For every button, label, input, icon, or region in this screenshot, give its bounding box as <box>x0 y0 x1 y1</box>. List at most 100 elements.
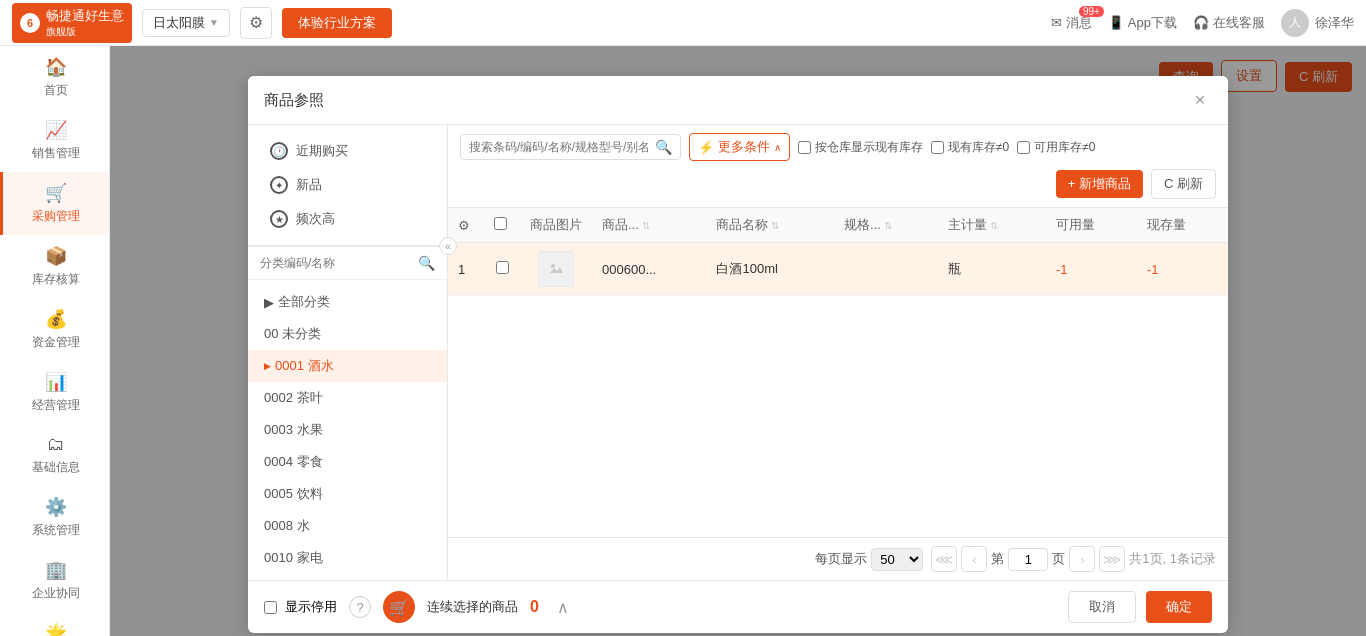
select-all-checkbox[interactable] <box>494 217 507 230</box>
sidebar-label-purchase: 采购管理 <box>32 208 80 225</box>
tab-new-label: 新品 <box>296 176 322 194</box>
sidebar-item-operations[interactable]: 📊 经营管理 <box>0 361 109 424</box>
category-0002-label: 0002 茶叶 <box>264 389 323 407</box>
page-suffix: 页 <box>1052 550 1065 568</box>
sidebar-label-system: 系统管理 <box>32 522 80 539</box>
row-select-checkbox[interactable] <box>496 261 509 274</box>
category-list: ▶ 全部分类 00 未分类 ▶ 0001 酒水 <box>248 280 447 580</box>
message-icon[interactable]: ✉ 99+ 消息 <box>1051 14 1092 32</box>
tab-recent-purchase[interactable]: 🕐 近期购买 <box>260 135 435 167</box>
app-download-label: App下载 <box>1128 14 1177 32</box>
add-product-button[interactable]: + 新增商品 <box>1056 170 1143 198</box>
th-product-code[interactable]: 商品... <box>592 208 706 243</box>
current-stock-checkbox-group: 现有库存≠0 <box>931 139 1009 156</box>
sidebar-item-purchase[interactable]: 🛒 采购管理 <box>0 172 109 235</box>
sidebar-item-enterprise[interactable]: 🏢 企业协同 <box>0 549 109 612</box>
sidebar-item-home[interactable]: 🏠 首页 <box>0 46 109 109</box>
th-product-spec[interactable]: 规格... <box>834 208 938 243</box>
cart-icon[interactable]: 🛒 <box>383 591 415 623</box>
help-icon[interactable]: ? <box>349 596 371 618</box>
inventory-icon: 📦 <box>45 245 67 267</box>
category-search-input[interactable] <box>260 256 412 270</box>
per-page-dropdown[interactable]: 10 20 50 100 <box>871 548 923 571</box>
next-page-button[interactable]: › <box>1069 546 1095 572</box>
show-disabled-label: 显示停用 <box>285 598 337 616</box>
sidebar-item-finance[interactable]: 💰 资金管理 <box>0 298 109 361</box>
last-page-button[interactable]: ⋙ <box>1099 546 1125 572</box>
category-0002[interactable]: 0002 茶叶 <box>248 382 447 414</box>
th-available: 可用量 <box>1046 208 1137 243</box>
th-unit[interactable]: 主计量 <box>938 208 1046 243</box>
sidebar-item-inventory[interactable]: 📦 库存核算 <box>0 235 109 298</box>
cancel-button[interactable]: 取消 <box>1068 591 1136 623</box>
warehouse-stock-checkbox[interactable] <box>798 141 811 154</box>
available-stock-checkbox[interactable] <box>1017 141 1030 154</box>
show-disabled-checkbox[interactable] <box>264 601 277 614</box>
nav-right: ✉ 99+ 消息 📱 App下载 🎧 在线客服 人 徐泽华 <box>1051 9 1354 37</box>
sidebar-item-sales[interactable]: 📈 销售管理 <box>0 109 109 172</box>
category-search-icon[interactable]: 🔍 <box>418 255 435 271</box>
filter-icon: ⚡ <box>698 140 714 155</box>
tab-new-products[interactable]: ✦ 新品 <box>260 169 435 201</box>
warehouse-stock-label: 按仓库显示现有库存 <box>815 139 923 156</box>
current-stock-checkbox[interactable] <box>931 141 944 154</box>
refresh-table-button[interactable]: C 刷新 <box>1151 169 1216 199</box>
finance-icon: 💰 <box>45 308 67 330</box>
tab-high-freq-label: 频次高 <box>296 210 335 228</box>
sidebar-label-basic: 基础信息 <box>32 459 80 476</box>
sidebar-item-system[interactable]: ⚙️ 系统管理 <box>0 486 109 549</box>
confirm-button[interactable]: 确定 <box>1146 591 1212 623</box>
category-0010-label: 0010 家电 <box>264 549 323 567</box>
page-nav: ⋘ ‹ 第 页 › ⋙ 共1页, 1条记录 <box>931 546 1216 572</box>
category-0010[interactable]: 0010 家电 <box>248 542 447 574</box>
category-0005[interactable]: 0005 饮料 <box>248 478 447 510</box>
collapse-panel-button[interactable]: « <box>439 237 457 255</box>
high-freq-icon: ★ <box>270 210 288 228</box>
available-stock-checkbox-group: 可用库存≠0 <box>1017 139 1095 156</box>
modal-title: 商品参照 <box>264 91 324 110</box>
product-table: ⚙ 商品图片 商品... 商品名称 规格... <box>448 208 1228 296</box>
page-number-input[interactable] <box>1008 548 1048 571</box>
row-image <box>520 243 592 296</box>
table-row[interactable]: 1 <box>448 243 1228 296</box>
modal-close-button[interactable]: × <box>1188 88 1212 112</box>
product-search-box: 🔍 <box>460 134 681 160</box>
first-page-button[interactable]: ⋘ <box>931 546 957 572</box>
tab-high-frequency[interactable]: ★ 频次高 <box>260 203 435 235</box>
modal-header: 商品参照 × <box>248 76 1228 125</box>
sidebar-item-guide[interactable]: 🌟 新手引导 <box>0 612 109 636</box>
user-info[interactable]: 人 徐泽华 <box>1281 9 1354 37</box>
settings-gear-icon[interactable]: ⚙ <box>240 7 272 39</box>
app-sidebar: 🏠 首页 📈 销售管理 🛒 采购管理 📦 库存核算 💰 资金管理 📊 经 <box>0 46 110 636</box>
home-icon: 🏠 <box>45 56 67 78</box>
app-download-item[interactable]: 📱 App下载 <box>1108 14 1177 32</box>
category-0008-label: 0008 水 <box>264 517 310 535</box>
category-0008[interactable]: 0008 水 <box>248 510 447 542</box>
category-all[interactable]: ▶ 全部分类 <box>248 286 447 318</box>
category-00[interactable]: 00 未分类 <box>248 318 447 350</box>
online-service-item[interactable]: 🎧 在线客服 <box>1193 14 1265 32</box>
th-checkbox <box>484 208 520 243</box>
category-0004[interactable]: 0004 零食 <box>248 446 447 478</box>
category-search-area: 🔍 <box>248 247 447 280</box>
trial-button[interactable]: 体验行业方案 <box>282 8 392 38</box>
total-info: 共1页, 1条记录 <box>1129 550 1216 568</box>
filter-arrow-icon: ∧ <box>774 142 781 153</box>
collapse-cart-icon[interactable]: ∧ <box>551 595 575 619</box>
product-search-input[interactable] <box>469 140 649 154</box>
sidebar-item-basic-info[interactable]: 🗂 基础信息 <box>0 424 109 486</box>
top-nav: 6 畅捷通好生意 旗舰版 日太阳膜 ▼ ⚙ 体验行业方案 ✉ 99+ 消息 📱 … <box>0 0 1366 46</box>
th-settings[interactable]: ⚙ <box>448 208 484 243</box>
message-badge: 99+ <box>1079 6 1104 17</box>
category-0001-arrow-icon: ▶ <box>264 361 271 371</box>
row-spec <box>834 243 938 296</box>
category-0001[interactable]: ▶ 0001 酒水 <box>248 350 447 382</box>
user-name: 徐泽华 <box>1315 14 1354 32</box>
company-dropdown[interactable]: 日太阳膜 ▼ <box>142 9 230 37</box>
left-panel-tabs: 🕐 近期购买 ✦ 新品 ★ 频次高 <box>248 125 447 246</box>
more-filter-button[interactable]: ⚡ 更多条件 ∧ <box>689 133 790 161</box>
th-product-name[interactable]: 商品名称 <box>706 208 834 243</box>
product-search-icon[interactable]: 🔍 <box>655 139 672 155</box>
prev-page-button[interactable]: ‹ <box>961 546 987 572</box>
category-0003[interactable]: 0003 水果 <box>248 414 447 446</box>
